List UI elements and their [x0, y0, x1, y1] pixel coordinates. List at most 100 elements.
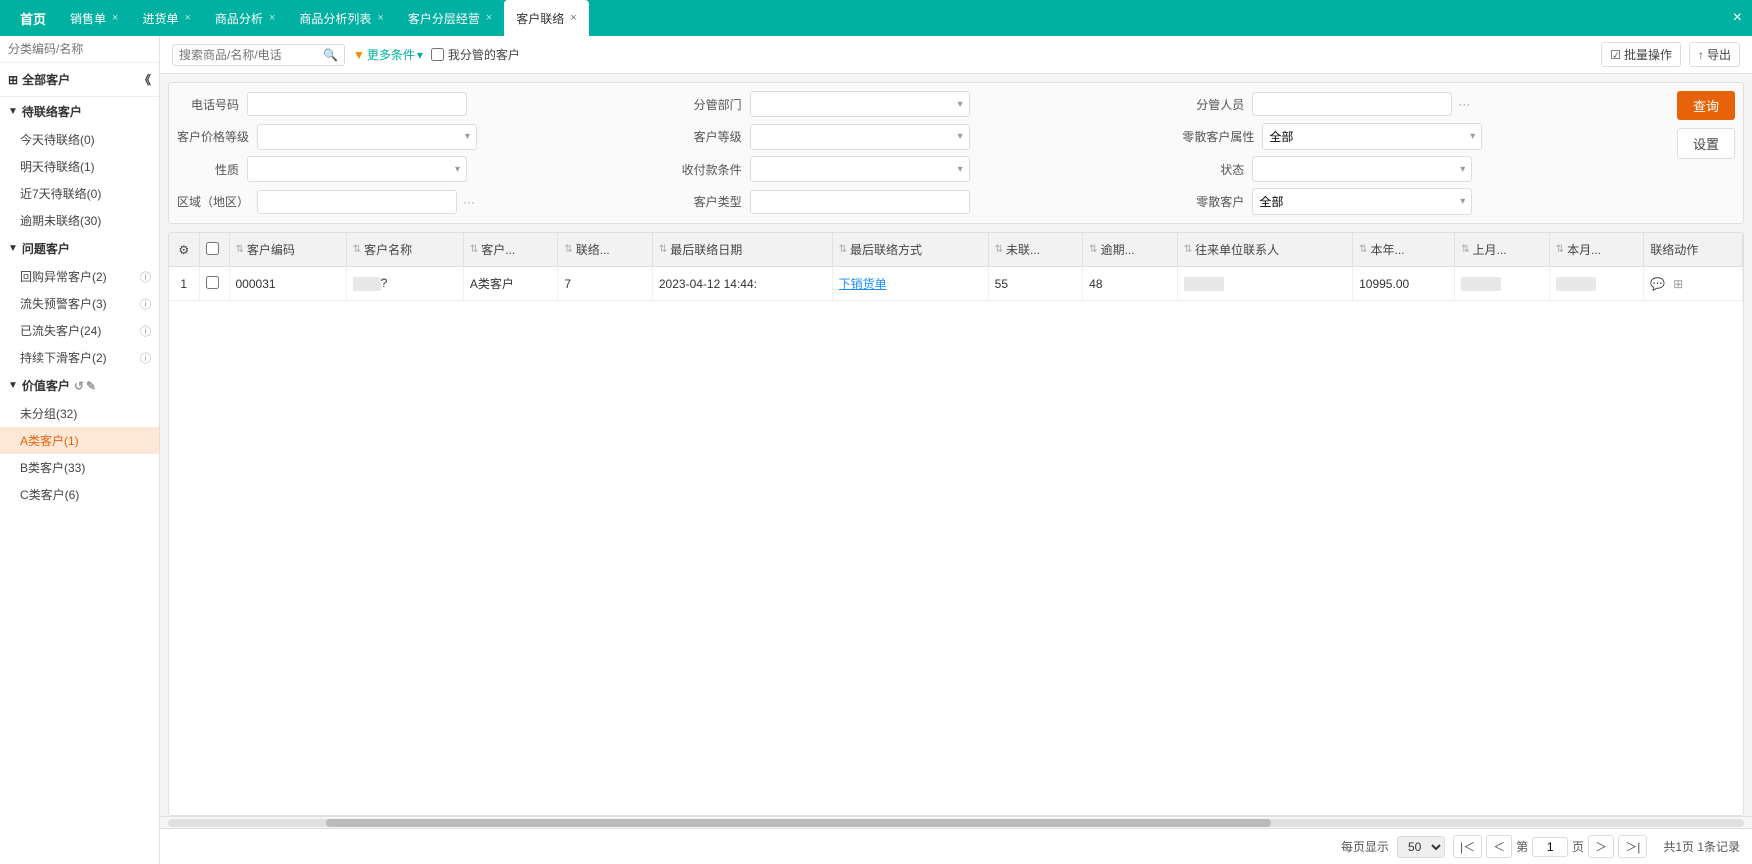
- close-goods-analysis-tab[interactable]: ×: [269, 12, 275, 24]
- manager-dots-icon[interactable]: ···: [1452, 97, 1476, 111]
- tab-customer-contact[interactable]: 客户联络 ×: [504, 0, 588, 36]
- th-name[interactable]: ⇅ 客户名称: [346, 233, 463, 267]
- th-this-month[interactable]: ⇅ 本月...: [1549, 233, 1644, 267]
- sidebar-item-unclassified[interactable]: 未分组(32): [0, 400, 159, 427]
- filter-search-icon[interactable]: 🔍: [323, 48, 338, 62]
- prev-page-button[interactable]: ＜: [1486, 835, 1512, 858]
- query-button[interactable]: 查询: [1677, 91, 1735, 120]
- close-purchase-tab[interactable]: ×: [184, 12, 190, 24]
- filter-customer-level-select[interactable]: ▾: [750, 124, 970, 150]
- close-all-tabs-button[interactable]: ×: [1733, 9, 1742, 27]
- tab-home[interactable]: 首页: [8, 0, 58, 36]
- table-header-row: ⚙ ⇅ 客户编码 ⇅: [169, 233, 1743, 267]
- row-checkbox[interactable]: [199, 267, 229, 301]
- row-select-checkbox[interactable]: [206, 276, 219, 289]
- scroll-thumb[interactable]: [326, 819, 1272, 827]
- filter-retail-customer-select[interactable]: 全部 ▾: [1252, 188, 1472, 215]
- sidebar-item-tomorrow-pending[interactable]: 明天待联络(1): [0, 153, 159, 180]
- export-button[interactable]: ↑ 导出: [1689, 42, 1740, 67]
- page-size-select[interactable]: 50: [1397, 836, 1445, 858]
- customer-level-arrow-icon: ▾: [958, 131, 963, 142]
- filter-payment-select[interactable]: ▾: [750, 156, 970, 182]
- contact-method-link[interactable]: 下销货单: [839, 277, 887, 291]
- close-customer-contact-tab[interactable]: ×: [570, 12, 576, 24]
- sidebar-item-class-c[interactable]: C类客户(6): [0, 481, 159, 508]
- filter-dept-select[interactable]: ▾: [750, 91, 970, 117]
- sidebar-item-today-pending[interactable]: 今天待联络(0): [0, 126, 159, 153]
- close-sales-tab[interactable]: ×: [112, 12, 118, 24]
- value-refresh-icon[interactable]: ↺: [74, 379, 84, 393]
- filter-nature-select[interactable]: ▾: [247, 156, 467, 182]
- settings-button[interactable]: 设置: [1677, 128, 1735, 159]
- action-chat-icon[interactable]: 💬: [1650, 277, 1665, 291]
- tab-sales[interactable]: 销售单 ×: [58, 0, 130, 36]
- filter-phone-input[interactable]: [247, 92, 467, 116]
- th-name-sort-icon: ⇅: [353, 244, 361, 255]
- sidebar-all-customers-header[interactable]: ⊞ 全部客户 《: [0, 63, 159, 97]
- filter-row-1: 电话号码 分管部门 ▾ 分管人员: [177, 91, 1665, 117]
- th-last-contact-date[interactable]: ⇅ 最后联络日期: [652, 233, 832, 267]
- th-last-month[interactable]: ⇅ 上月...: [1455, 233, 1550, 267]
- sidebar-section-value[interactable]: ▼ 价值客户 ↺ ✎: [0, 371, 159, 400]
- th-checkbox[interactable]: [199, 233, 229, 267]
- tab-goods-analysis-list[interactable]: 商品分析列表 ×: [287, 0, 395, 36]
- sidebar-item-repurchase-abnormal[interactable]: 回购异常客户(2) ⓘ: [0, 263, 159, 290]
- repurchase-info-icon[interactable]: ⓘ: [140, 269, 151, 285]
- th-not-contacted-label: 未联...: [1006, 241, 1040, 258]
- sidebar-item-week-pending[interactable]: 近7天待联络(0): [0, 180, 159, 207]
- sidebar-item-loss-warning[interactable]: 流失预警客户(3) ⓘ: [0, 290, 159, 317]
- region-dots-icon[interactable]: ···: [457, 195, 481, 209]
- sidebar-item-declining[interactable]: 持续下滑客户(2) ⓘ: [0, 344, 159, 371]
- value-edit-icon[interactable]: ✎: [86, 379, 96, 393]
- declining-info-icon[interactable]: ⓘ: [140, 350, 151, 366]
- sidebar-item-class-b[interactable]: B类客户(33): [0, 454, 159, 481]
- sidebar-section-pending[interactable]: ▼ 待联络客户: [0, 97, 159, 126]
- filter-region-input[interactable]: [257, 190, 457, 214]
- batch-ops-button[interactable]: ☑ 批量操作: [1601, 42, 1681, 67]
- filter-status-select[interactable]: ▾: [1252, 156, 1472, 182]
- tab-customer-segment[interactable]: 客户分层经营 ×: [396, 0, 504, 36]
- filter-retail-customer-label: 零散客户: [1182, 193, 1252, 210]
- lost-info-icon[interactable]: ⓘ: [140, 323, 151, 339]
- sidebar-collapse-icon[interactable]: 《: [139, 71, 151, 88]
- action-grid-icon[interactable]: ⊞: [1673, 277, 1683, 291]
- th-contact-count[interactable]: ⇅ 联络...: [558, 233, 653, 267]
- filter-search-input[interactable]: [179, 48, 319, 62]
- filter-field-region: 区域（地区） ···: [177, 190, 660, 214]
- sidebar-item-class-a[interactable]: A类客户(1): [0, 427, 159, 454]
- loss-warning-info-icon[interactable]: ⓘ: [140, 296, 151, 312]
- horizontal-scrollbar[interactable]: [160, 816, 1752, 828]
- filter-row-3: 性质 ▾ 收付款条件 ▾: [177, 156, 1665, 182]
- filter-more-conditions[interactable]: ▼ 更多条件 ▾: [353, 46, 423, 63]
- th-last-contact-method[interactable]: ⇅ 最后联络方式: [832, 233, 988, 267]
- sidebar-section-problem[interactable]: ▼ 问题客户: [0, 234, 159, 263]
- close-goods-analysis-list-tab[interactable]: ×: [377, 12, 383, 24]
- sidebar-item-overdue-pending[interactable]: 逾期未联络(30): [0, 207, 159, 234]
- th-customer-type[interactable]: ⇅ 客户...: [463, 233, 558, 267]
- th-code[interactable]: ⇅ 客户编码: [229, 233, 346, 267]
- th-this-year[interactable]: ⇅ 本年...: [1353, 233, 1455, 267]
- th-not-contacted[interactable]: ⇅ 未联...: [988, 233, 1083, 267]
- next-page-button[interactable]: ＞: [1588, 835, 1614, 858]
- select-all-checkbox[interactable]: [206, 242, 219, 255]
- filter-customer-type-input[interactable]: [750, 190, 970, 214]
- close-customer-segment-tab[interactable]: ×: [486, 12, 492, 24]
- filter-price-level-select[interactable]: ▾: [257, 124, 477, 150]
- page-input[interactable]: [1532, 837, 1568, 857]
- filter-retail-attr-select[interactable]: 全部 ▾: [1262, 123, 1482, 150]
- th-settings[interactable]: ⚙: [169, 233, 199, 267]
- my-customers-checkbox[interactable]: [431, 48, 444, 61]
- sidebar-item-lost[interactable]: 已流失客户(24) ⓘ: [0, 317, 159, 344]
- my-customers-filter[interactable]: 我分管的客户: [431, 46, 520, 63]
- th-overdue[interactable]: ⇅ 逾期...: [1083, 233, 1178, 267]
- row-last-contact-method[interactable]: 下销货单: [832, 267, 988, 301]
- last-page-button[interactable]: ＞|: [1618, 835, 1647, 858]
- row-overdue: 48: [1083, 267, 1178, 301]
- tab-goods-analysis[interactable]: 商品分析 ×: [203, 0, 287, 36]
- sidebar-search-input[interactable]: [8, 42, 160, 56]
- first-page-button[interactable]: |＜: [1453, 835, 1482, 858]
- th-contact-person[interactable]: ⇅ 往来单位联系人: [1177, 233, 1352, 267]
- table-gear-icon[interactable]: ⚙: [178, 243, 189, 257]
- filter-manager-input[interactable]: [1252, 92, 1452, 116]
- tab-purchase[interactable]: 进货单 ×: [130, 0, 202, 36]
